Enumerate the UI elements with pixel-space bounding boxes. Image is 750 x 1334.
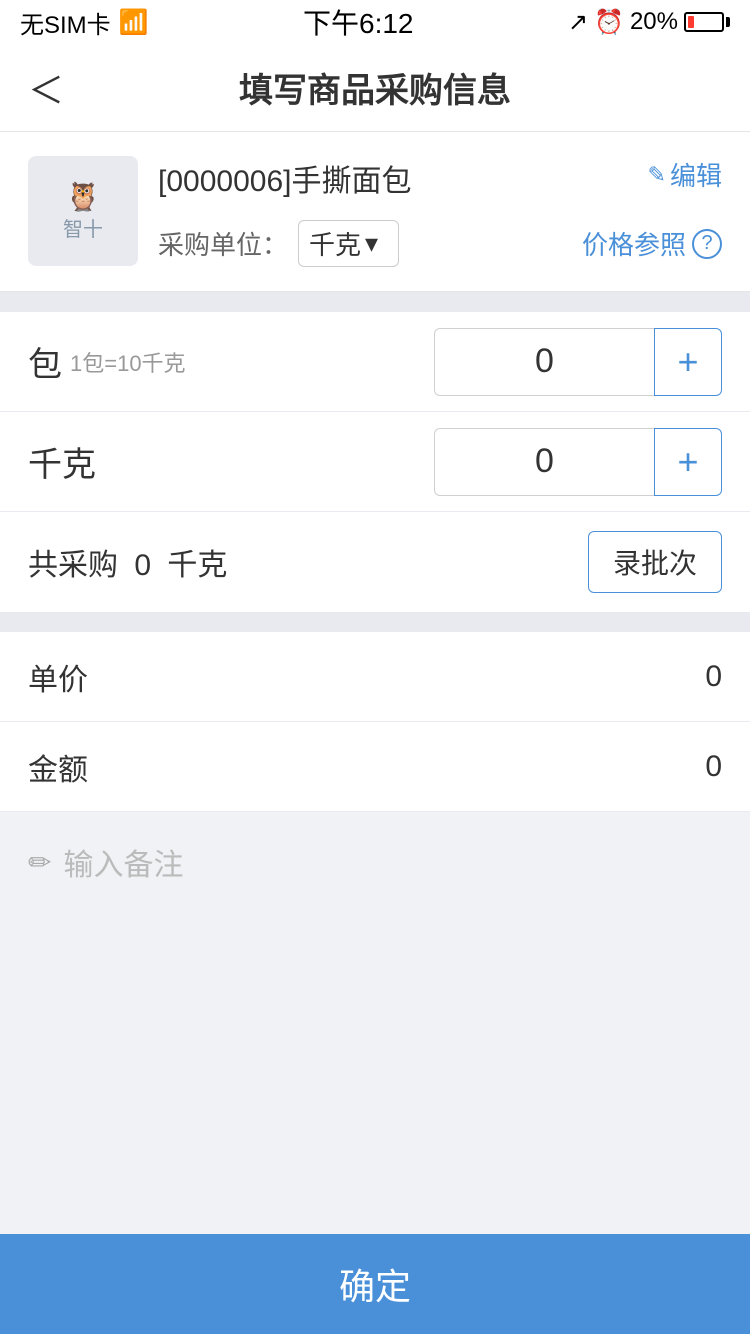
price-ref-label: 价格参照 bbox=[582, 225, 686, 262]
wifi-icon: 📶 bbox=[119, 8, 149, 37]
remark-input[interactable]: 输入备注 bbox=[63, 840, 183, 884]
unit-select-dropdown[interactable]: 千克 ▾ bbox=[298, 220, 399, 267]
kg-label-main: 千克 bbox=[28, 437, 96, 486]
unit-price-value: 0 bbox=[705, 660, 722, 694]
product-info: [0000006]手撕面包 ✎ 编辑 采购单位： 千克 ▾ 价格参照 ? bbox=[158, 156, 722, 267]
section-divider-1 bbox=[0, 292, 750, 312]
price-ref-button[interactable]: 价格参照 ? bbox=[582, 225, 722, 262]
edit-button[interactable]: ✎ 编辑 bbox=[648, 156, 722, 193]
status-bar: 无SIM卡 📶 下午6:12 ↗ ⏰ 20% bbox=[0, 0, 750, 44]
summary-prefix: 共采购 bbox=[28, 549, 118, 582]
status-right: ↗ ⏰ 20% bbox=[568, 8, 730, 37]
edit-icon: ✎ bbox=[648, 162, 666, 188]
product-name-row: [0000006]手撕面包 ✎ 编辑 bbox=[158, 156, 722, 200]
carrier-label: 无SIM卡 bbox=[20, 5, 111, 40]
edit-label: 编辑 bbox=[670, 156, 722, 193]
pencil-icon: ✏ bbox=[28, 846, 51, 879]
kg-plus-button[interactable]: + bbox=[654, 428, 722, 496]
product-thumbnail: 🦉 智十 bbox=[28, 156, 138, 266]
amount-value: 0 bbox=[705, 750, 722, 784]
input-section: 包 1包=10千克 0 + 千克 0 + bbox=[0, 312, 750, 512]
kg-qty-input[interactable]: 0 bbox=[434, 428, 654, 496]
product-logo: 🦉 智十 bbox=[63, 180, 103, 242]
nav-bar: ＜ 填写商品采购信息 bbox=[0, 44, 750, 132]
location-icon: ↗ bbox=[568, 8, 588, 37]
bag-label: 包 1包=10千克 bbox=[28, 337, 208, 386]
section-divider-2 bbox=[0, 612, 750, 632]
remark-section[interactable]: ✏ 输入备注 bbox=[0, 812, 750, 912]
bag-input-row: 包 1包=10千克 0 + bbox=[0, 312, 750, 412]
status-left: 无SIM卡 📶 bbox=[20, 5, 149, 40]
content-fill bbox=[0, 912, 750, 1212]
unit-left: 采购单位： 千克 ▾ bbox=[158, 220, 399, 267]
back-button[interactable]: ＜ bbox=[28, 62, 64, 114]
summary-row: 共采购 0 千克 录批次 bbox=[0, 512, 750, 612]
bag-input-wrap: 0 + bbox=[208, 328, 722, 396]
page-title: 填写商品采购信息 bbox=[239, 63, 511, 112]
dropdown-arrow: ▾ bbox=[365, 228, 378, 259]
kg-input-row: 千克 0 + bbox=[0, 412, 750, 512]
record-batch-button[interactable]: 录批次 bbox=[588, 531, 722, 593]
bag-label-sub: 1包=10千克 bbox=[70, 346, 186, 378]
amount-row: 金额 0 bbox=[0, 722, 750, 812]
status-time: 下午6:12 bbox=[303, 2, 414, 42]
unit-price-row: 单价 0 bbox=[0, 632, 750, 722]
unit-prefix: 采购单位： bbox=[158, 225, 288, 262]
summary-text: 共采购 0 千克 bbox=[28, 540, 227, 584]
summary-value: 0 bbox=[134, 549, 151, 582]
unit-price-label: 单价 bbox=[28, 655, 88, 699]
alarm-icon: ⏰ bbox=[594, 8, 624, 37]
bag-qty-input[interactable]: 0 bbox=[434, 328, 654, 396]
kg-label: 千克 bbox=[28, 437, 208, 486]
confirm-button[interactable]: 确定 bbox=[339, 1258, 411, 1310]
summary-suffix: 千克 bbox=[167, 549, 227, 582]
battery-icon bbox=[684, 12, 730, 32]
price-ref-icon: ? bbox=[692, 229, 722, 259]
kg-input-wrap: 0 + bbox=[208, 428, 722, 496]
product-card: 🦉 智十 [0000006]手撕面包 ✎ 编辑 采购单位： 千克 ▾ 价格参照 bbox=[0, 132, 750, 292]
product-name: [0000006]手撕面包 bbox=[158, 156, 411, 200]
bag-label-main: 包 bbox=[28, 337, 62, 386]
product-unit-row: 采购单位： 千克 ▾ 价格参照 ? bbox=[158, 220, 722, 267]
confirm-bar[interactable]: 确定 bbox=[0, 1234, 750, 1334]
price-info-section: 单价 0 金额 0 bbox=[0, 632, 750, 812]
bag-plus-button[interactable]: + bbox=[654, 328, 722, 396]
amount-label: 金额 bbox=[28, 745, 88, 789]
battery-pct: 20% bbox=[630, 8, 678, 36]
unit-value: 千克 bbox=[309, 225, 361, 262]
